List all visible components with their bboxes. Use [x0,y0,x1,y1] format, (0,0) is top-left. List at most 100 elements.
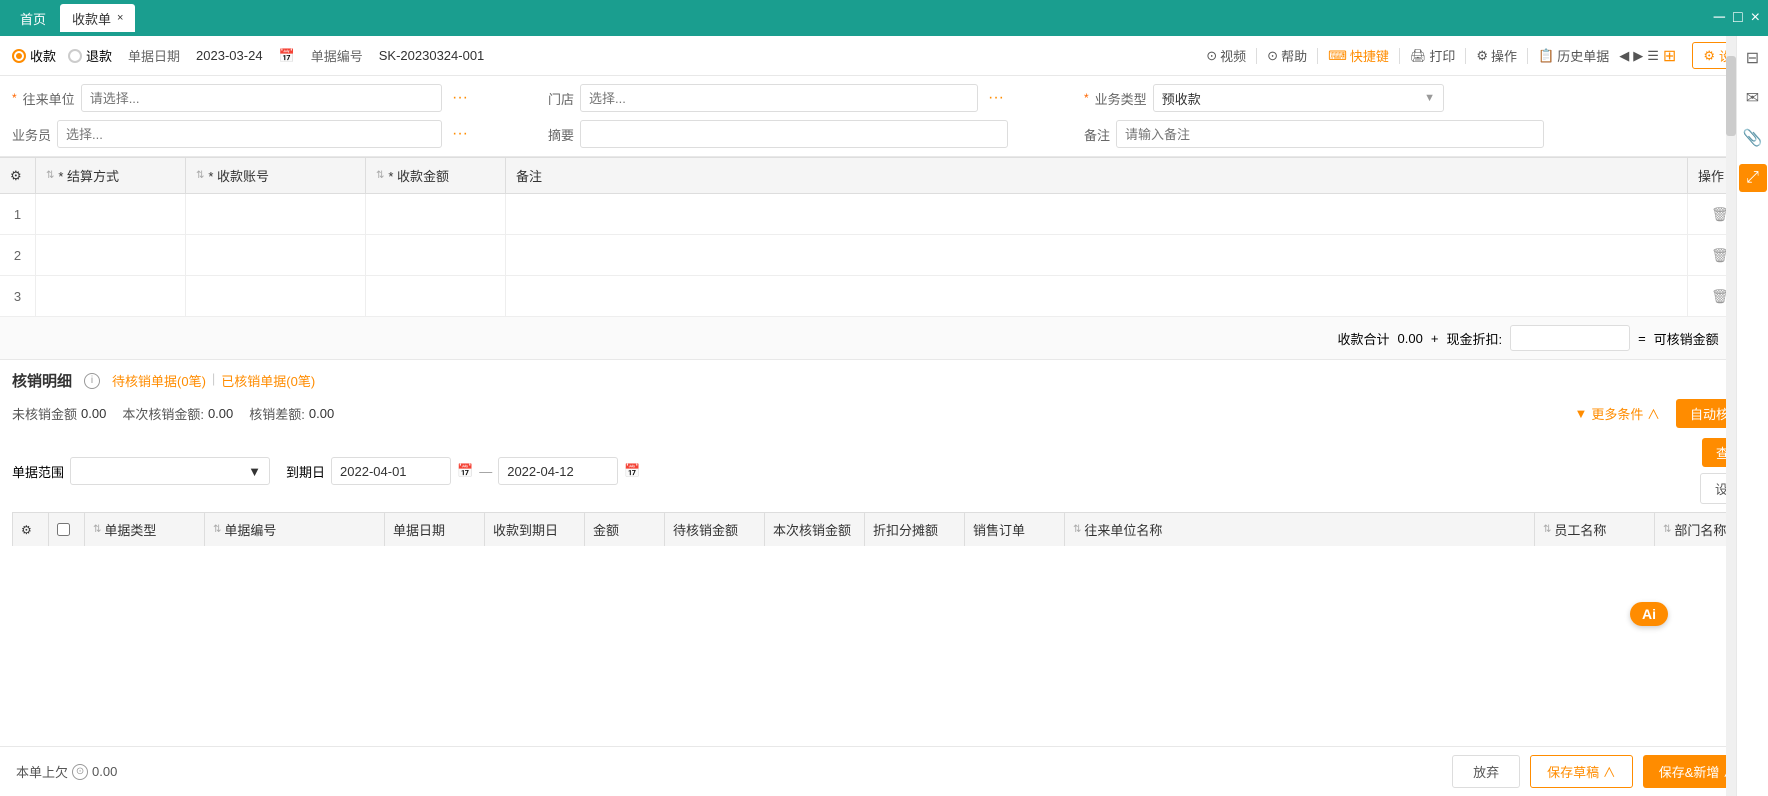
radio-refund[interactable]: 退款 [68,46,112,65]
verify-tab-links: 待核销单据(0笔) | 已核销单据(0笔) [112,371,315,390]
tab-home[interactable]: 首页 [8,4,58,32]
plus-sign: + [1431,331,1439,346]
row-3-remark[interactable] [506,276,1688,316]
radio-collect[interactable]: 收款 [12,46,56,65]
tab-home-label: 首页 [20,9,46,28]
menu-icon[interactable]: ☰ [1647,48,1659,64]
help-btn[interactable]: ⊙ 帮助 [1267,46,1307,65]
counterpart-input[interactable] [81,84,442,112]
summary-input[interactable] [580,120,1008,148]
grid-icon[interactable]: ⊞ [1663,46,1676,66]
collect-total-label: 收款合计 [1338,329,1390,348]
stat-unclosed-label: 未核销金额 [12,404,77,423]
row-3-settlement[interactable] [36,276,186,316]
row-1-remark[interactable] [506,194,1688,234]
help-icon: ⊙ [1267,48,1278,64]
remark-input[interactable] [1116,120,1544,148]
tab-close-icon[interactable]: × [117,12,123,24]
staff-input[interactable] [57,120,442,148]
done-link[interactable]: 已核销单据(0笔) [221,371,315,390]
row-2-account[interactable] [186,235,366,275]
sidebar-table-icon[interactable]: ⊟ [1739,44,1767,72]
row-1-settlement[interactable] [36,194,186,234]
range-chevron-icon: ▼ [248,464,261,479]
staff-more-btn[interactable]: ··· [448,125,472,143]
draft-btn[interactable]: 保存草稿 ∧ [1530,755,1633,788]
th-settlement: ⇅ * 结算方式 [36,158,186,193]
store-input[interactable] [580,84,978,112]
history-icon: 📋 [1538,48,1554,64]
abandon-btn[interactable]: 放弃 [1452,755,1520,788]
settings-gear-icon: ⚙ [1703,48,1715,64]
bth-due-date: 收款到期日 [485,513,585,546]
date-to-input[interactable] [498,457,618,485]
discount-input[interactable] [1510,325,1630,351]
stat-unclosed-value: 0.00 [81,406,106,421]
table-header: ⚙ ⇅ * 结算方式 ⇅ * 收款账号 ⇅ * 收款金额 备注 操作 [0,157,1768,194]
nav-next-icon[interactable]: ▶ [1633,48,1643,64]
counterpart-more-btn[interactable]: ··· [448,89,472,107]
main-content: 收款 退款 单据日期 2023-03-24 📅 单据编号 SK-20230324… [0,36,1768,796]
sidebar-expand-icon[interactable]: ⤢ [1739,164,1767,192]
help-label: 帮助 [1281,46,1307,65]
row-3-account[interactable] [186,276,366,316]
th-gear[interactable]: ⚙ [0,158,36,193]
biz-type-value: 预收款 [1162,89,1201,108]
nav-prev-icon[interactable]: ◀ [1619,48,1629,64]
bth-checkbox[interactable] [49,513,85,546]
verify-info-icon[interactable]: i [84,373,100,389]
biz-type-select[interactable]: 预收款 ▼ [1153,84,1444,112]
number-value: SK-20230324-001 [379,48,485,63]
pending-link[interactable]: 待核销单据(0笔) [112,371,206,390]
row-1-account[interactable] [186,194,366,234]
save-new-label: 保存&新增 ∧ [1659,762,1736,781]
receipt-type-group: 收款 退款 [12,46,112,65]
sidebar-attachment-icon[interactable]: 📎 [1739,124,1767,152]
video-btn[interactable]: ⊙ 视频 [1206,46,1246,65]
history-btn[interactable]: 📋 历史单据 [1538,46,1609,65]
minimize-btn[interactable]: ─ [1714,9,1725,27]
scrollbar-thumb[interactable] [1726,56,1736,136]
date-from-input[interactable] [331,457,451,485]
operate-btn[interactable]: ⚙ 操作 [1476,46,1517,65]
bth-gear[interactable]: ⚙ [13,513,49,546]
print-label: 打印 [1429,46,1455,65]
radio-refund-dot [68,49,82,63]
summary-row: 收款合计 0.00 + 现金折扣: = 可核销金额 0.00 [0,317,1768,360]
row-2-amount[interactable] [366,235,506,275]
range-select[interactable]: ▼ [70,457,270,485]
row-1-amount[interactable] [366,194,506,234]
calendar-icon[interactable]: 📅 [279,48,295,64]
store-more-btn[interactable]: ··· [984,89,1008,107]
date-value: 2023-03-24 [196,48,263,63]
table-row: 3 🗑 ⧉ [0,276,1768,317]
collect-total-value: 0.00 [1398,331,1423,346]
row-3-amount[interactable] [366,276,506,316]
footer-info-icon[interactable]: ⊙ [72,764,88,780]
due-date-label: 到期日 [286,462,325,481]
close-btn[interactable]: × [1751,9,1760,27]
th-amount: ⇅ * 收款金额 [366,158,506,193]
bth-due-date-label: 收款到期日 [493,520,558,539]
sidebar-email-icon[interactable]: ✉ [1739,84,1767,112]
scrollbar[interactable] [1726,36,1736,796]
operate-icon: ⚙ [1476,48,1488,64]
restore-btn[interactable]: □ [1733,9,1743,27]
shortcut-btn[interactable]: ⌨ 快捷键 [1328,46,1389,65]
row-2-settlement[interactable] [36,235,186,275]
footer-buttons: 放弃 保存草稿 ∧ 保存&新增 ∧ [1452,755,1752,788]
row-2-remark[interactable] [506,235,1688,275]
select-all-checkbox[interactable] [57,523,70,536]
stat-current-label: 本次核销金额: [122,404,204,423]
receipt-table: ⚙ ⇅ * 结算方式 ⇅ * 收款账号 ⇅ * 收款金额 备注 操作 1 [0,157,1768,317]
bth-discount: 折扣分摊额 [865,513,965,546]
form-area: * 往来单位 ··· 门店 ··· * 业务类型 预收款 ▼ [0,76,1768,157]
more-filter-btn[interactable]: ▼ 更多条件 ∧ [1574,404,1660,423]
calendar-to-icon[interactable]: 📅 [624,463,640,479]
tab-receipt[interactable]: 收款单 × [60,4,135,32]
calendar-from-icon[interactable]: 📅 [457,463,473,479]
ai-badge[interactable]: Ai [1630,602,1668,626]
bth-counterpart-label: 往来单位名称 [1084,520,1162,539]
print-btn[interactable]: 🖨 打印 [1410,46,1456,65]
shortcut-icon: ⌨ [1328,48,1347,64]
